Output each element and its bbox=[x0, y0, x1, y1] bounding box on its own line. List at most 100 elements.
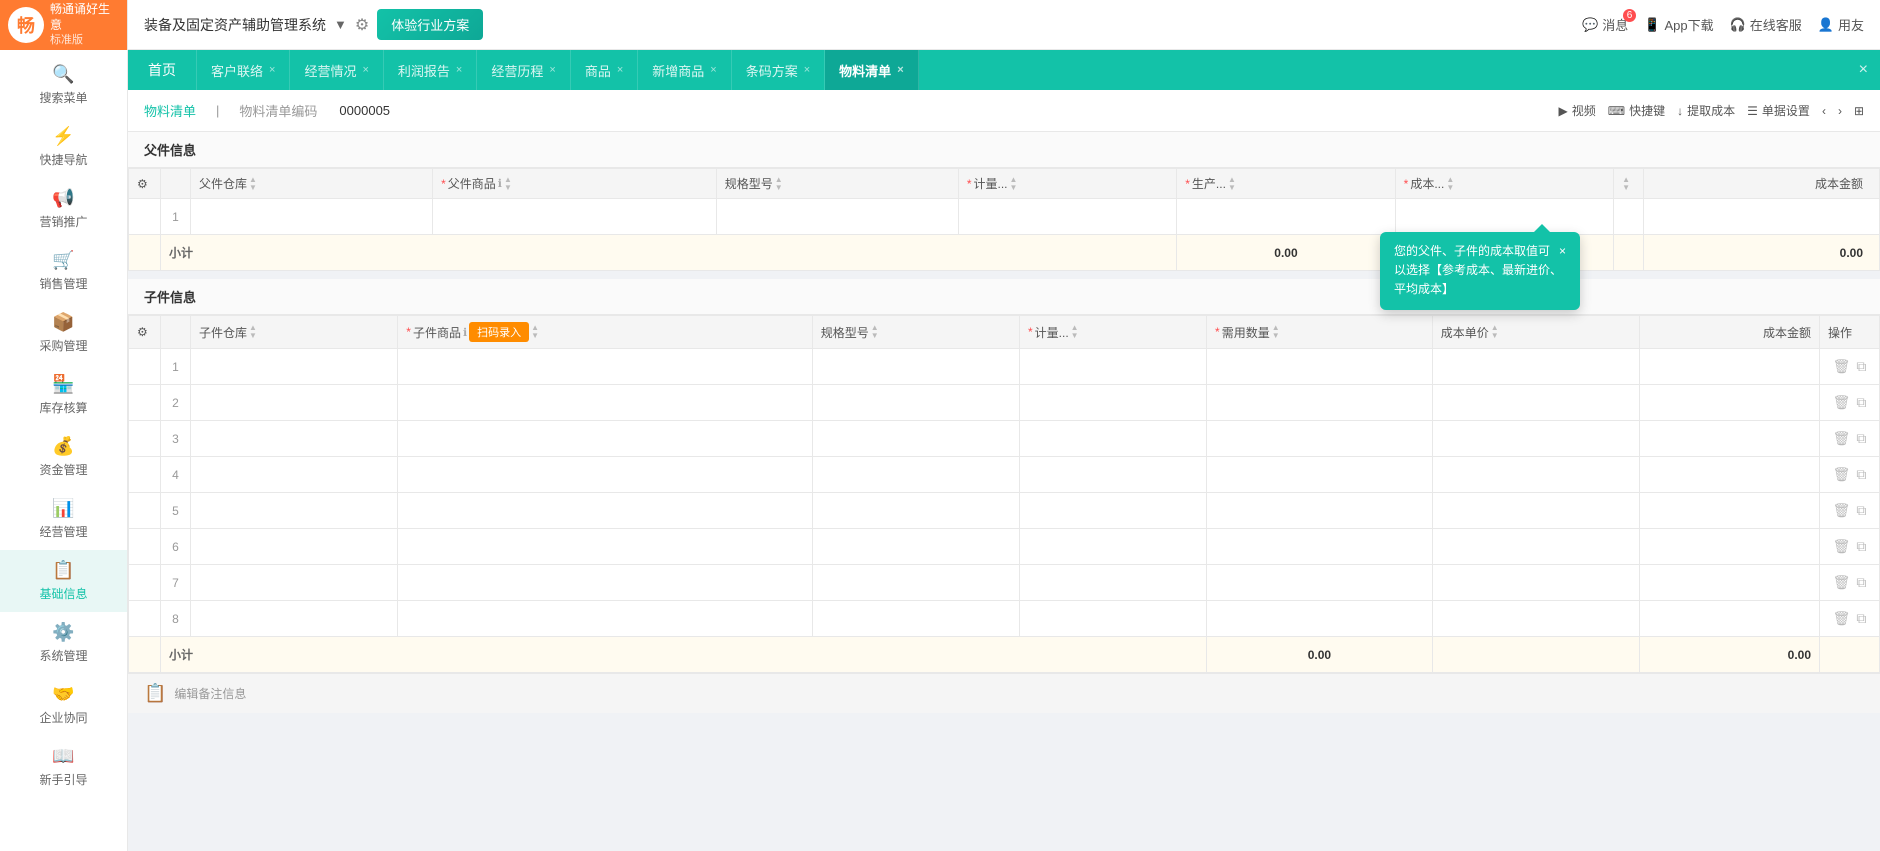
user-item[interactable]: 👤 用友 bbox=[1818, 15, 1864, 34]
sidebar-item-purchase[interactable]: 📦采购管理 bbox=[0, 302, 127, 364]
close-tab-products[interactable]: × bbox=[617, 64, 623, 76]
copy-icon-5[interactable]: ⧉ bbox=[1856, 502, 1866, 519]
sidebar-item-sales[interactable]: 🛒销售管理 bbox=[0, 240, 127, 302]
child-warehouse-3[interactable] bbox=[191, 421, 398, 457]
child-qty-1[interactable] bbox=[1207, 349, 1433, 385]
child-product-3[interactable] bbox=[398, 421, 812, 457]
copy-icon-6[interactable]: ⧉ bbox=[1856, 538, 1866, 555]
child-qty-7[interactable] bbox=[1207, 565, 1433, 601]
nav-prev-btn[interactable]: ‹ bbox=[1822, 104, 1826, 118]
tooltip-close[interactable]: × bbox=[1559, 242, 1566, 261]
copy-icon-1[interactable]: ⧉ bbox=[1856, 358, 1866, 375]
child-unit-cost-5[interactable] bbox=[1432, 493, 1639, 529]
child-unit-cost-1[interactable] bbox=[1432, 349, 1639, 385]
child-unit-6[interactable] bbox=[1019, 529, 1206, 565]
parent-unit-cell[interactable] bbox=[958, 199, 1176, 235]
close-all-tabs[interactable]: × bbox=[1847, 61, 1880, 79]
close-tab-barcode[interactable]: × bbox=[804, 64, 810, 76]
sidebar-item-finance[interactable]: 💰资金管理 bbox=[0, 426, 127, 488]
child-product-5[interactable] bbox=[398, 493, 812, 529]
child-warehouse-6[interactable] bbox=[191, 529, 398, 565]
online-service-item[interactable]: 🎧 在线客服 bbox=[1730, 15, 1802, 34]
shortcut-btn[interactable]: ⌨快捷键 bbox=[1608, 102, 1665, 119]
tab-customers[interactable]: 客户联络× bbox=[197, 50, 290, 90]
child-unit-5[interactable] bbox=[1019, 493, 1206, 529]
notification-item[interactable]: 💬 消息 6 bbox=[1582, 15, 1628, 34]
sidebar-item-inventory[interactable]: 🏪库存核算 bbox=[0, 364, 127, 426]
child-unit-cost-8[interactable] bbox=[1432, 601, 1639, 637]
gear-icon[interactable]: ⚙ bbox=[355, 15, 369, 35]
child-warehouse-8[interactable] bbox=[191, 601, 398, 637]
child-product-7[interactable] bbox=[398, 565, 812, 601]
breadcrumb-main[interactable]: 物料清单 bbox=[144, 101, 196, 120]
close-tab-operations[interactable]: × bbox=[362, 64, 368, 76]
child-product-1[interactable] bbox=[398, 349, 812, 385]
th-settings-child[interactable]: ⚙ bbox=[129, 316, 161, 349]
th-child-unit[interactable]: *计量...▲▼ bbox=[1019, 316, 1206, 349]
close-tab-profit[interactable]: × bbox=[456, 64, 462, 76]
child-qty-3[interactable] bbox=[1207, 421, 1433, 457]
child-unit-3[interactable] bbox=[1019, 421, 1206, 457]
delete-icon-6[interactable]: 🗑 bbox=[1833, 538, 1851, 555]
child-warehouse-2[interactable] bbox=[191, 385, 398, 421]
tab-home[interactable]: 首页 bbox=[128, 50, 197, 90]
delete-icon-2[interactable]: 🗑 bbox=[1833, 394, 1851, 411]
child-qty-2[interactable] bbox=[1207, 385, 1433, 421]
child-unit-cost-7[interactable] bbox=[1432, 565, 1639, 601]
child-qty-4[interactable] bbox=[1207, 457, 1433, 493]
parent-warehouse-cell[interactable] bbox=[191, 199, 433, 235]
child-warehouse-7[interactable] bbox=[191, 565, 398, 601]
copy-icon-2[interactable]: ⧉ bbox=[1856, 394, 1866, 411]
parent-produce-cell[interactable] bbox=[1177, 199, 1395, 235]
child-unit-8[interactable] bbox=[1019, 601, 1206, 637]
tab-profit[interactable]: 利润报告× bbox=[384, 50, 477, 90]
child-spec-7[interactable] bbox=[812, 565, 1019, 601]
trial-button[interactable]: 体验行业方案 bbox=[377, 9, 483, 40]
child-unit-1[interactable] bbox=[1019, 349, 1206, 385]
child-product-6[interactable] bbox=[398, 529, 812, 565]
video-btn[interactable]: ▶视频 bbox=[1559, 102, 1596, 119]
child-qty-5[interactable] bbox=[1207, 493, 1433, 529]
child-spec-4[interactable] bbox=[812, 457, 1019, 493]
th-parent-unit[interactable]: *计量...▲▼ bbox=[958, 169, 1176, 199]
tab-history[interactable]: 经营历程× bbox=[477, 50, 570, 90]
close-tab-customers[interactable]: × bbox=[269, 64, 275, 76]
copy-icon-8[interactable]: ⧉ bbox=[1856, 610, 1866, 627]
child-unit-cost-4[interactable] bbox=[1432, 457, 1639, 493]
tab-bom[interactable]: 物料清单× bbox=[825, 50, 918, 90]
child-product-8[interactable] bbox=[398, 601, 812, 637]
delete-icon-3[interactable]: 🗑 bbox=[1833, 430, 1851, 447]
child-unit-4[interactable] bbox=[1019, 457, 1206, 493]
extract-cost-btn[interactable]: ↓提取成本 bbox=[1677, 102, 1735, 119]
sidebar-item-guide[interactable]: 📖新手引导 bbox=[0, 736, 127, 798]
parent-cost-cell[interactable] bbox=[1395, 199, 1613, 235]
close-tab-bom[interactable]: × bbox=[897, 64, 903, 76]
parent-spec-cell[interactable] bbox=[716, 199, 958, 235]
child-unit-cost-2[interactable] bbox=[1432, 385, 1639, 421]
sidebar-item-search[interactable]: 🔍搜索菜单 bbox=[0, 54, 127, 116]
th-parent-cost[interactable]: *成本...▲▼ bbox=[1395, 169, 1613, 199]
sidebar-item-quick[interactable]: ⚡快捷导航 bbox=[0, 116, 127, 178]
child-unit-2[interactable] bbox=[1019, 385, 1206, 421]
child-qty-8[interactable] bbox=[1207, 601, 1433, 637]
sidebar-item-cooperation[interactable]: 🤝企业协同 bbox=[0, 674, 127, 736]
copy-icon-3[interactable]: ⧉ bbox=[1856, 430, 1866, 447]
sidebar-item-operations[interactable]: 📊经营管理 bbox=[0, 488, 127, 550]
sidebar-item-basic[interactable]: 📋基础信息 bbox=[0, 550, 127, 612]
delete-icon-4[interactable]: 🗑 bbox=[1833, 466, 1851, 483]
th-parent-product[interactable]: *父件商品ℹ▲▼ bbox=[433, 169, 717, 199]
copy-icon-4[interactable]: ⧉ bbox=[1856, 466, 1866, 483]
th-child-product[interactable]: *子件商品ℹ扫码录入▲▼ bbox=[398, 316, 812, 349]
single-settings-btn[interactable]: ☰单据设置 bbox=[1747, 102, 1810, 119]
th-child-spec[interactable]: 规格型号▲▼ bbox=[812, 316, 1019, 349]
th-parent-warehouse[interactable]: 父件仓库▲▼ bbox=[191, 169, 433, 199]
app-download-item[interactable]: 📱 App下载 bbox=[1644, 15, 1713, 34]
close-tab-history[interactable]: × bbox=[549, 64, 555, 76]
note-icon[interactable]: 📋 bbox=[144, 683, 166, 704]
child-spec-5[interactable] bbox=[812, 493, 1019, 529]
grid-view-btn[interactable]: ⊞ bbox=[1854, 104, 1864, 118]
th-parent-spec[interactable]: 规格型号▲▼ bbox=[716, 169, 958, 199]
child-spec-8[interactable] bbox=[812, 601, 1019, 637]
th-settings-parent[interactable]: ⚙ bbox=[129, 169, 161, 199]
th-child-unit-cost[interactable]: 成本单价▲▼ bbox=[1432, 316, 1639, 349]
